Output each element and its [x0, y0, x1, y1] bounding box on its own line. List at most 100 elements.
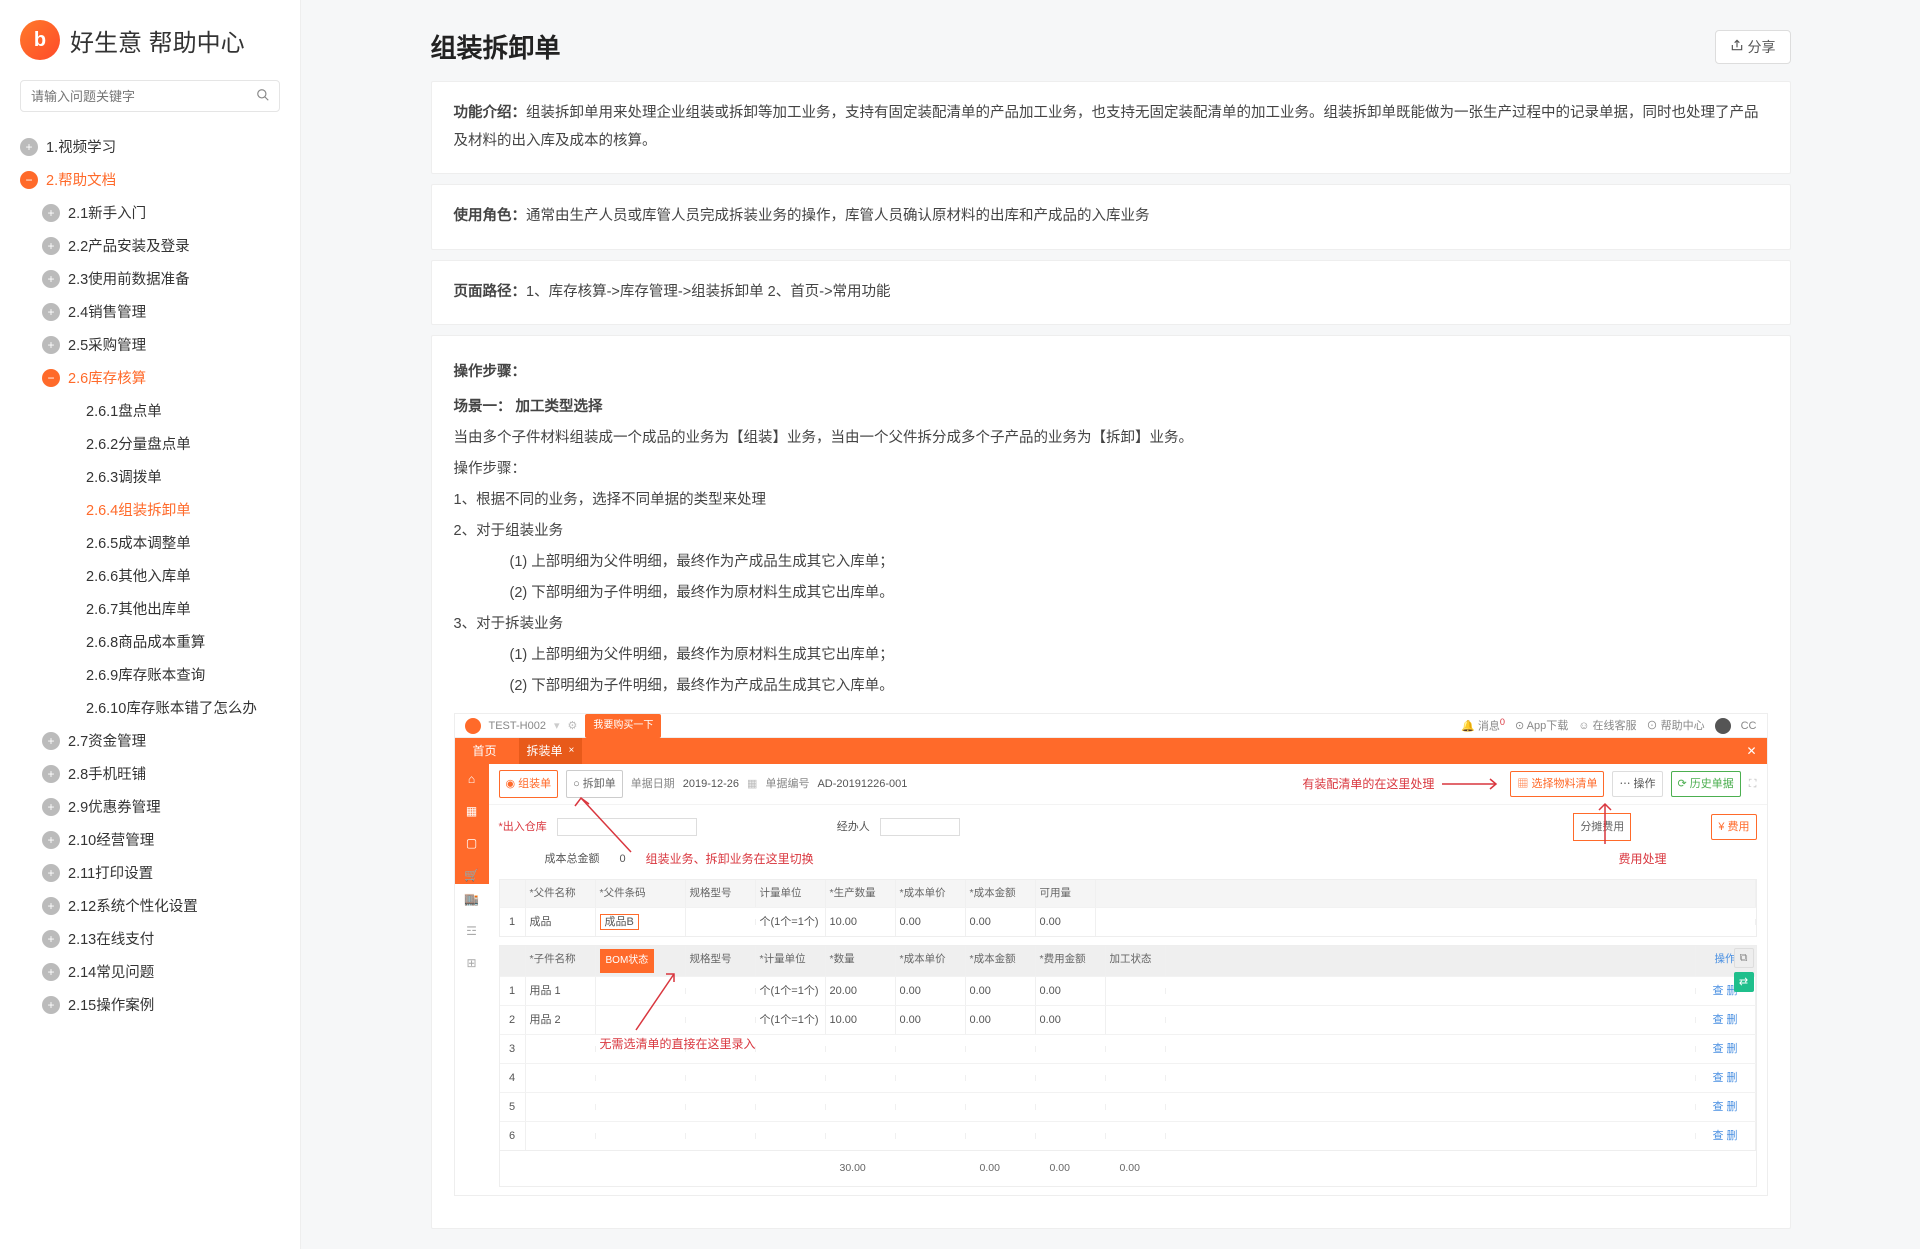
nav-label: 2.7资金管理: [68, 730, 146, 751]
wallet-icon: ☲: [463, 922, 481, 940]
nav-item[interactable]: +2.1新手入门: [20, 196, 280, 229]
brand-title: 好生意 帮助中心: [70, 23, 245, 58]
mock-cost-row: 成本总金额 0 组装业务、拆卸业务在这里切换 费用处理: [489, 845, 1767, 879]
plus-icon[interactable]: +: [42, 930, 60, 948]
plus-icon[interactable]: +: [42, 303, 60, 321]
table-tools: ⧉ ⇄: [1734, 948, 1754, 992]
nav-item[interactable]: +2.12系统个性化设置: [20, 889, 280, 922]
nav-item[interactable]: −2.6库存核算: [20, 361, 280, 394]
mock-tabs: 首页 拆装单× ✕: [455, 738, 1767, 764]
total-cost-label: 成本总金额: [545, 848, 600, 870]
nav-item[interactable]: +2.13在线支付: [20, 922, 280, 955]
sync-icon: ⇄: [1734, 972, 1754, 992]
nav-item[interactable]: +2.14常见问题: [20, 955, 280, 988]
plus-icon[interactable]: +: [42, 270, 60, 288]
home-icon: ⌂: [463, 770, 481, 788]
embedded-screenshot: TEST-H002 ▾ ⚙ 我要购买一下 🔔 消息0 ⊙ App下载 ☺ 在线客…: [454, 713, 1768, 1196]
plus-icon[interactable]: +: [42, 798, 60, 816]
nav-item[interactable]: +2.4销售管理: [20, 295, 280, 328]
path-text: 1、库存核算->库存管理->组装拆卸单 2、首页->常用功能: [526, 284, 891, 300]
plus-icon[interactable]: +: [42, 204, 60, 222]
nav-item[interactable]: 2.6.1盘点单: [20, 394, 280, 427]
plus-icon[interactable]: +: [42, 831, 60, 849]
nav-item[interactable]: 2.6.9库存账本查询: [20, 658, 280, 691]
date-value: 2019-12-26: [683, 773, 739, 795]
nav-label: 2.6.6其他入库单: [86, 565, 191, 586]
nav-item[interactable]: +2.9优惠券管理: [20, 790, 280, 823]
nav-label: 2.6.8商品成本重算: [86, 631, 205, 652]
date-label: 单据日期: [631, 773, 675, 795]
intro-card: 功能介绍：组装拆卸单用来处理企业组装或拆卸等加工业务，支持有固定装配清单的产品加…: [431, 81, 1791, 174]
mock-trial-btn: 我要购买一下: [585, 714, 661, 738]
nav-item[interactable]: +2.10经营管理: [20, 823, 280, 856]
nav-label: 2.11打印设置: [68, 862, 153, 883]
cart-icon: 🛒: [463, 866, 481, 884]
nav-item[interactable]: 2.6.8商品成本重算: [20, 625, 280, 658]
mock-sidebar: ⌂ ▦ ▢ 🛒: [455, 764, 489, 884]
plus-icon[interactable]: +: [20, 138, 38, 156]
intro-label: 功能介绍：: [454, 105, 527, 121]
plus-icon[interactable]: +: [42, 237, 60, 255]
step-2: 2、对于组装业务: [454, 517, 1768, 546]
gear-icon: ⚙: [568, 715, 578, 737]
nav-item[interactable]: 2.6.7其他出库单: [20, 592, 280, 625]
nav-label: 2.12系统个性化设置: [68, 895, 198, 916]
scene-desc: 当由多个子件材料组装成一个成品的业务为【组装】业务，当由一个父件拆分成多个子产品…: [454, 424, 1768, 453]
nav-item[interactable]: 2.6.5成本调整单: [20, 526, 280, 559]
content-card: 操作步骤： 场景一： 加工类型选择 当由多个子件材料组装成一个成品的业务为【组装…: [431, 335, 1791, 1229]
th: *计量单位: [756, 946, 826, 976]
handler-label: 经办人: [837, 816, 870, 838]
plus-icon[interactable]: +: [42, 996, 60, 1014]
step-3a: (1) 上部明细为父件明细，最终作为原材料生成其它出库单；: [454, 641, 1768, 670]
plus-icon[interactable]: +: [42, 732, 60, 750]
role-card: 使用角色：通常由生产人员或库管人员完成拆装业务的操作，库管人员确认原材料的出库和…: [431, 184, 1791, 250]
mock-help: ⊙ 帮助中心: [1647, 715, 1705, 737]
table-row: 4查 删: [500, 1063, 1756, 1092]
th: *数量: [826, 946, 896, 976]
search-icon[interactable]: [256, 88, 270, 105]
nav-label: 2.6.2分量盘点单: [86, 433, 191, 454]
page-title: 组装拆卸单: [431, 28, 561, 65]
nav-label: 2.13在线支付: [68, 928, 154, 949]
plus-icon[interactable]: +: [42, 765, 60, 783]
nav-item[interactable]: +2.11打印设置: [20, 856, 280, 889]
mock-logo-icon: [465, 718, 481, 734]
table-totals: 30.00 0.00 0.00 0.00: [500, 1150, 1756, 1186]
expand-icon: ⛶: [1749, 773, 1757, 795]
step-3b: (2) 下部明细为子件明细，最终作为产成品生成其它入库单。: [454, 672, 1768, 701]
avatar-icon: [1715, 718, 1731, 734]
role-text: 通常由生产人员或库管人员完成拆装业务的操作，库管人员确认原材料的出库和产成品的入…: [526, 208, 1150, 224]
th: *子件名称: [526, 946, 596, 976]
nav-item[interactable]: +2.15操作案例: [20, 988, 280, 1021]
table-row: 1 成品 成品B 个(1个=1个) 10.00 0.00 0.00 0.00: [500, 907, 1756, 936]
minus-icon[interactable]: −: [20, 171, 38, 189]
nav-item[interactable]: +2.2产品安装及登录: [20, 229, 280, 262]
share-button[interactable]: 分享: [1715, 30, 1791, 64]
plus-icon[interactable]: +: [42, 963, 60, 981]
close-panel-icon: ✕: [1746, 739, 1756, 763]
steps-label: 操作步骤：: [454, 455, 1768, 484]
plus-icon[interactable]: +: [42, 336, 60, 354]
nav-item[interactable]: +1.视频学习: [20, 130, 280, 163]
nav-item[interactable]: 2.6.10库存账本错了怎么办: [20, 691, 280, 724]
nav-item[interactable]: +2.3使用前数据准备: [20, 262, 280, 295]
th: *父件名称: [526, 880, 596, 907]
history-btn: ⟳ 历史单据: [1671, 771, 1741, 797]
minus-icon[interactable]: −: [42, 369, 60, 387]
plus-icon[interactable]: +: [42, 864, 60, 882]
nav-item[interactable]: +2.5采购管理: [20, 328, 280, 361]
nav-item[interactable]: +2.8手机旺铺: [20, 757, 280, 790]
th: 规格型号: [686, 880, 756, 907]
nav-item[interactable]: 2.6.4组装拆卸单: [20, 493, 280, 526]
th: *父件条码: [596, 880, 686, 907]
store-icon: 🏬: [463, 890, 481, 908]
sidebar: b 好生意 帮助中心 +1.视频学习−2.帮助文档+2.1新手入门+2.2产品安…: [0, 0, 300, 1249]
nav-item[interactable]: 2.6.6其他入库单: [20, 559, 280, 592]
plus-icon[interactable]: +: [42, 897, 60, 915]
nav-item[interactable]: −2.帮助文档: [20, 163, 280, 196]
nav-item[interactable]: +2.7资金管理: [20, 724, 280, 757]
search-input[interactable]: [20, 80, 280, 112]
nav-item[interactable]: 2.6.3调拨单: [20, 460, 280, 493]
nav-item[interactable]: 2.6.2分量盘点单: [20, 427, 280, 460]
title-row: 组装拆卸单 分享: [411, 0, 1811, 81]
